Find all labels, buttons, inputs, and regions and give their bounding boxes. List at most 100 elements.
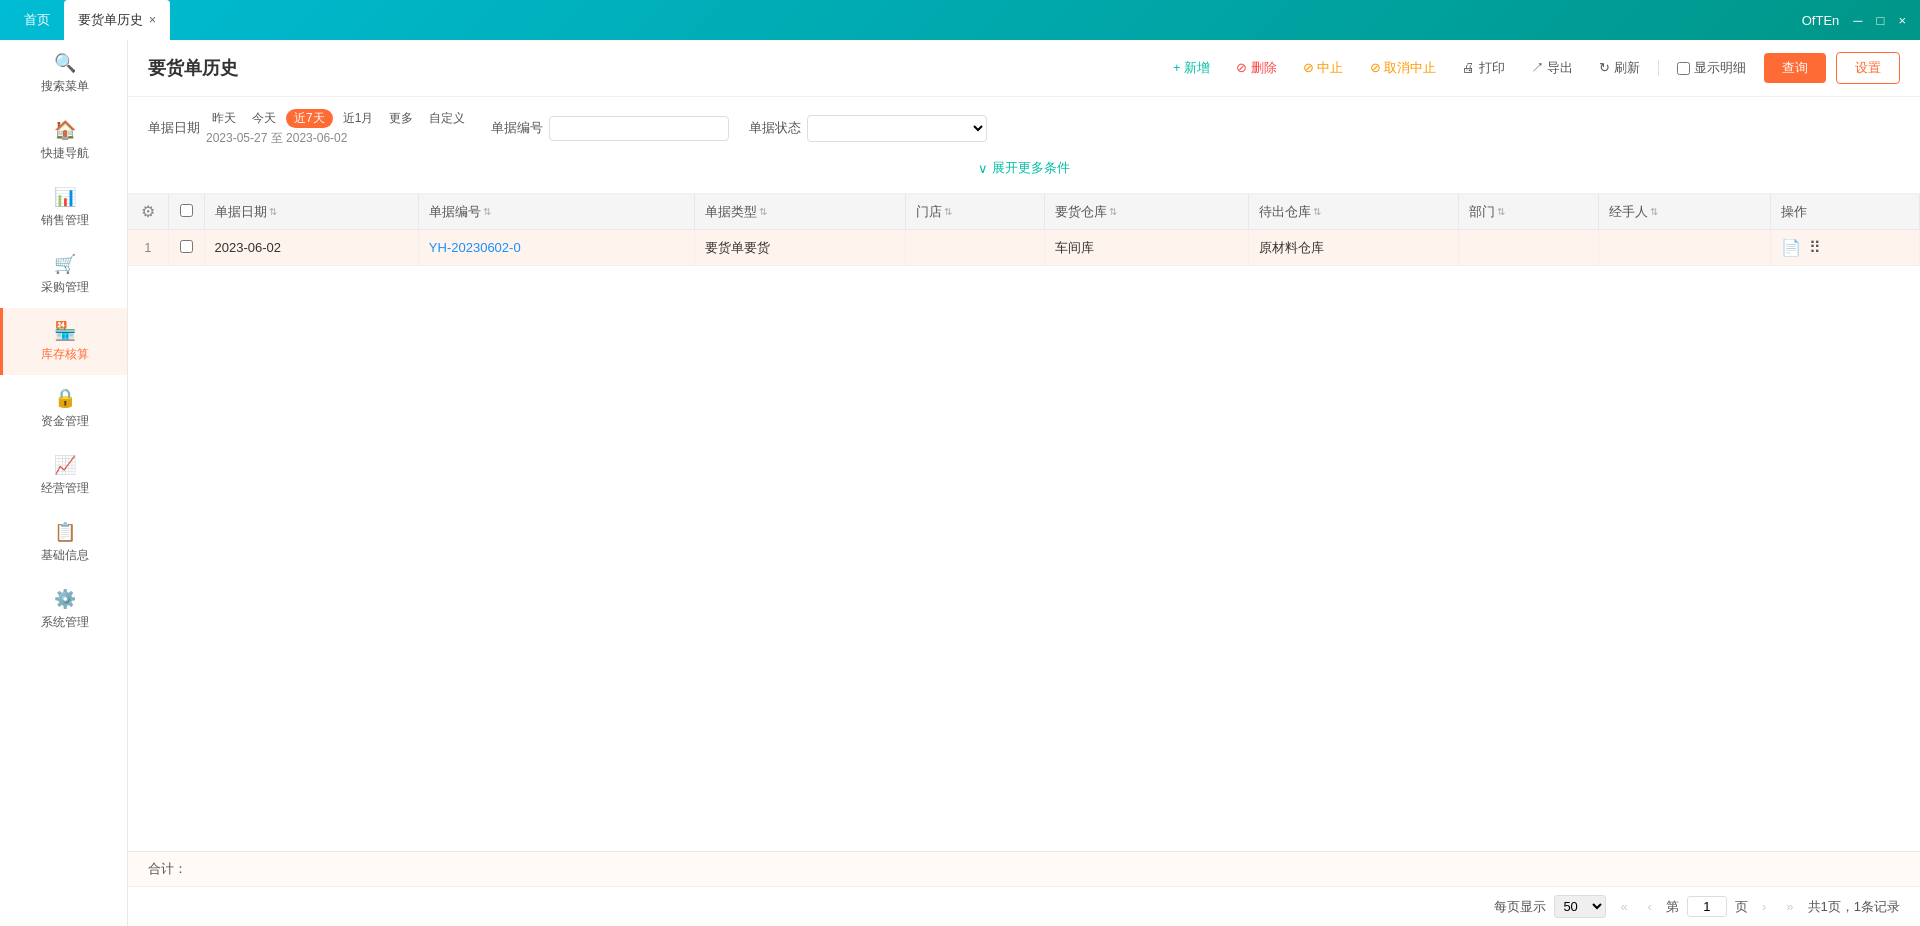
display-detail-checkbox[interactable]	[1677, 62, 1690, 75]
sort-bill-type[interactable]: 单据类型 ⇅	[705, 203, 895, 221]
page-size-select[interactable]: 50 20 100	[1554, 895, 1606, 918]
sidebar-item-finance-mgmt[interactable]: 🔒 资金管理	[0, 375, 127, 442]
col-date[interactable]: 单据日期 ⇅	[204, 194, 418, 230]
select-all-checkbox[interactable]	[180, 204, 193, 217]
sort-icon-pending-warehouse: ⇅	[1313, 206, 1321, 217]
col-actions: 操作	[1770, 194, 1919, 230]
print-button[interactable]: 🖨 打印	[1454, 55, 1513, 81]
close-btn[interactable]: ×	[1894, 11, 1910, 30]
filter-bill-no: 单据编号	[491, 116, 729, 141]
sort-date[interactable]: 单据日期 ⇅	[215, 203, 408, 221]
refresh-button[interactable]: ↻ 刷新	[1591, 55, 1648, 81]
sort-dept[interactable]: 部门 ⇅	[1469, 203, 1588, 221]
sidebar-item-label: 采购管理	[41, 279, 89, 296]
inventory-icon: 🏪	[54, 320, 76, 342]
stop-button[interactable]: ⊘ 中止	[1295, 55, 1352, 81]
date-btn-today[interactable]: 今天	[246, 109, 282, 128]
col-handler[interactable]: 经手人 ⇅	[1599, 194, 1770, 230]
page-header: 要货单历史 + 新增 ⊘ 删除 ⊘ 中止 ⊘ 取消中止 🖨 打印 ↗ 导出 ↻ …	[128, 40, 1920, 97]
cell-checkbox[interactable]	[168, 230, 204, 266]
tab-home[interactable]: 首页	[10, 0, 64, 40]
page-input[interactable]	[1687, 896, 1727, 917]
sort-icon-bill-no: ⇅	[483, 206, 491, 217]
query-button[interactable]: 查询	[1764, 53, 1826, 83]
first-page-btn[interactable]: «	[1614, 897, 1633, 916]
sidebar-item-basic-info[interactable]: 📋 基础信息	[0, 509, 127, 576]
sidebar-item-label: 销售管理	[41, 212, 89, 229]
last-page-btn[interactable]: »	[1780, 897, 1799, 916]
view-action-icon[interactable]: 📄	[1781, 238, 1801, 257]
cancel-stop-button[interactable]: ⊘ 取消中止	[1362, 55, 1445, 81]
column-settings-icon[interactable]: ⚙	[141, 203, 155, 220]
sidebar-item-purchase-mgmt[interactable]: 🛒 采购管理	[0, 241, 127, 308]
sidebar-item-inventory[interactable]: 🏪 库存核算	[0, 308, 127, 375]
sort-icon-store: ⇅	[944, 206, 952, 217]
col-dept[interactable]: 部门 ⇅	[1459, 194, 1599, 230]
filter-row-1: 单据日期 昨天 今天 近7天 近1月 更多 自定义 2023-05-27 至 2…	[148, 109, 1900, 147]
basic-info-icon: 📋	[54, 521, 76, 543]
sort-icon-handler: ⇅	[1650, 206, 1658, 217]
more-action-icon[interactable]: ⠿	[1809, 238, 1821, 257]
filter-area: 单据日期 昨天 今天 近7天 近1月 更多 自定义 2023-05-27 至 2…	[128, 97, 1920, 194]
bill-no-link[interactable]: YH-20230602-0	[429, 240, 521, 255]
sort-pending-warehouse[interactable]: 待出仓库 ⇅	[1259, 203, 1449, 221]
cell-req-warehouse: 车间库	[1045, 230, 1248, 266]
tab-purchase-history[interactable]: 要货单历史 ×	[64, 0, 170, 40]
next-page-btn[interactable]: ›	[1756, 897, 1772, 916]
export-button[interactable]: ↗ 导出	[1523, 55, 1582, 81]
table-area: ⚙ 单据日期 ⇅ 单据编号	[128, 194, 1920, 851]
table-header: ⚙ 单据日期 ⇅ 单据编号	[128, 194, 1920, 230]
sidebar-item-label: 快捷导航	[41, 145, 89, 162]
sidebar: 🔍 搜索菜单 🏠 快捷导航 📊 销售管理 🛒 采购管理 🏪 库存核算 🔒 资金管…	[0, 40, 128, 926]
col-settings[interactable]: ⚙	[128, 194, 168, 230]
date-btn-more[interactable]: 更多	[383, 109, 419, 128]
row-checkbox[interactable]	[180, 240, 193, 253]
col-pending-warehouse[interactable]: 待出仓库 ⇅	[1248, 194, 1459, 230]
col-req-warehouse[interactable]: 要货仓库 ⇅	[1045, 194, 1248, 230]
settings-button[interactable]: 设置	[1836, 52, 1900, 84]
display-detail-toggle[interactable]: 显示明细	[1669, 55, 1754, 81]
tab-close-icon[interactable]: ×	[149, 13, 156, 27]
sort-bill-no[interactable]: 单据编号 ⇅	[429, 203, 684, 221]
minimize-btn[interactable]: ─	[1849, 11, 1866, 30]
col-bill-type[interactable]: 单据类型 ⇅	[695, 194, 906, 230]
col-checkbox[interactable]	[168, 194, 204, 230]
bill-no-input[interactable]	[549, 116, 729, 141]
page-jump-suffix: 页	[1735, 898, 1748, 916]
sort-store[interactable]: 门店 ⇅	[916, 203, 1035, 221]
prev-page-btn[interactable]: ‹	[1642, 897, 1658, 916]
col-bill-no[interactable]: 单据编号 ⇅	[418, 194, 694, 230]
date-btn-7days[interactable]: 近7天	[286, 109, 333, 128]
date-btn-yesterday[interactable]: 昨天	[206, 109, 242, 128]
purchase-mgmt-icon: 🛒	[54, 253, 76, 275]
new-button[interactable]: + 新增	[1165, 55, 1218, 81]
sidebar-item-label: 基础信息	[41, 547, 89, 564]
sort-req-warehouse[interactable]: 要货仓库 ⇅	[1055, 203, 1237, 221]
sidebar-item-label: 系统管理	[41, 614, 89, 631]
sidebar-item-quick-nav[interactable]: 🏠 快捷导航	[0, 107, 127, 174]
brand-label: OfTEn	[1798, 11, 1844, 30]
date-btn-custom[interactable]: 自定义	[423, 109, 471, 128]
sidebar-item-ops-mgmt[interactable]: 📈 经营管理	[0, 442, 127, 509]
sort-handler[interactable]: 经手人 ⇅	[1609, 203, 1759, 221]
sidebar-item-sales-mgmt[interactable]: 📊 销售管理	[0, 174, 127, 241]
date-shortcut-group: 昨天 今天 近7天 近1月 更多 自定义	[206, 109, 471, 128]
action-icons: 📄 ⠿	[1781, 238, 1909, 257]
date-shortcuts: 昨天 今天 近7天 近1月 更多 自定义 2023-05-27 至 2023-0…	[206, 109, 471, 147]
expand-icon: ∨	[978, 161, 988, 176]
window-controls: OfTEn ─ □ ×	[1798, 11, 1910, 30]
main-layout: 🔍 搜索菜单 🏠 快捷导航 📊 销售管理 🛒 采购管理 🏪 库存核算 🔒 资金管…	[0, 40, 1920, 926]
bill-no-label: 单据编号	[491, 119, 543, 137]
maximize-btn[interactable]: □	[1873, 11, 1889, 30]
sort-icon-dept: ⇅	[1497, 206, 1505, 217]
sidebar-item-search-menu[interactable]: 🔍 搜索菜单	[0, 40, 127, 107]
cell-bill-no: YH-20230602-0	[418, 230, 694, 266]
cell-date: 2023-06-02	[204, 230, 418, 266]
status-select[interactable]	[807, 115, 987, 142]
date-btn-1month[interactable]: 近1月	[337, 109, 380, 128]
col-store[interactable]: 门店 ⇅	[905, 194, 1045, 230]
expand-more-btn[interactable]: ∨ 展开更多条件	[970, 155, 1078, 181]
delete-button[interactable]: ⊘ 删除	[1228, 55, 1285, 81]
table-row[interactable]: 1 2023-06-02 YH-20230602-0 要货单要货 车间库 原材料…	[128, 230, 1920, 266]
sidebar-item-sys-mgmt[interactable]: ⚙️ 系统管理	[0, 576, 127, 643]
